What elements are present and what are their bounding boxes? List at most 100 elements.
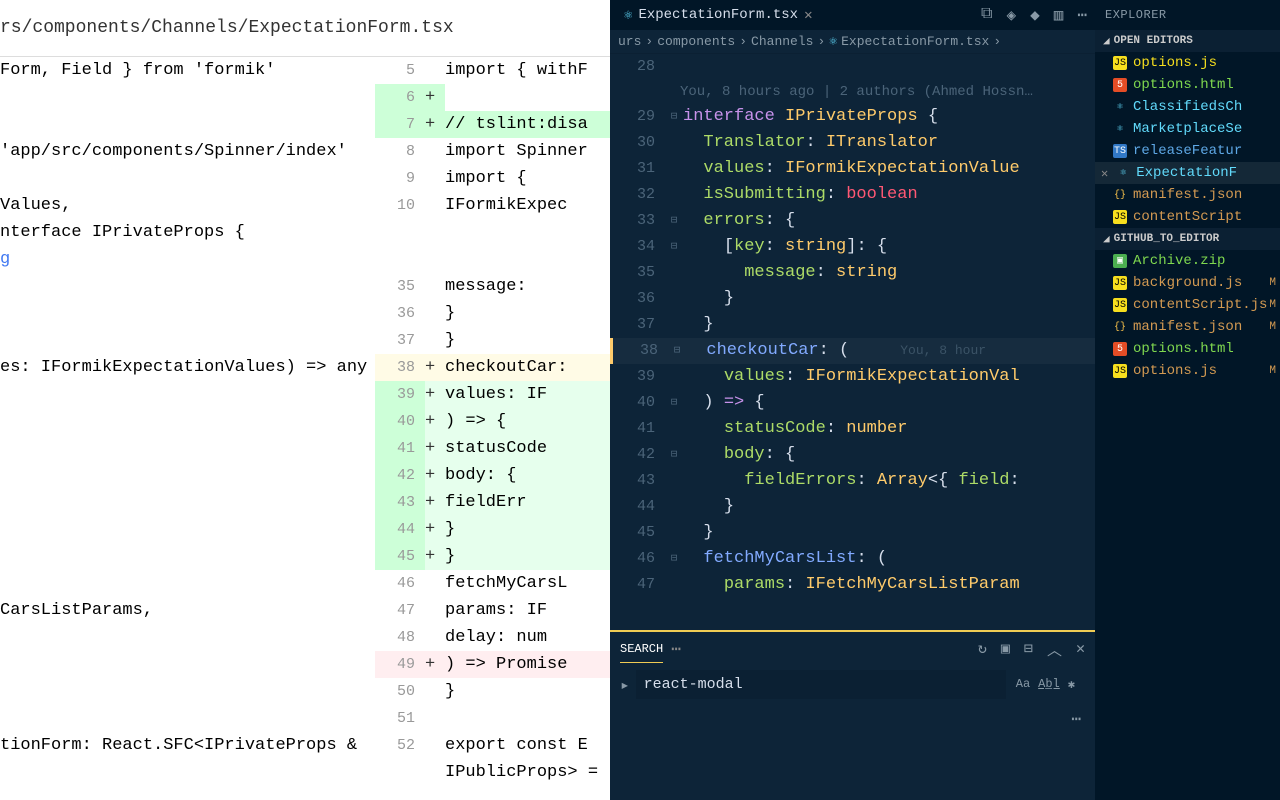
close-icon[interactable]: ✕ bbox=[804, 7, 812, 24]
code-line[interactable]: 41 statusCode: number bbox=[610, 416, 1095, 442]
fold-icon[interactable]: ⊟ bbox=[665, 234, 683, 260]
code-line[interactable]: 32 isSubmitting: boolean bbox=[610, 182, 1095, 208]
search-panel: SEARCH ⋯ ↻ ▣ ⊟ ︿ ✕ ▸ Aa Ab̲l ✱ ⋯ bbox=[610, 630, 1095, 800]
diff-icon[interactable]: ◆ bbox=[1030, 5, 1040, 25]
open-editor-item[interactable]: TSreleaseFeatur bbox=[1095, 140, 1280, 162]
code-line[interactable]: 45 } bbox=[610, 520, 1095, 546]
open-editor-item[interactable]: ⚛ClassifiedsCh bbox=[1095, 96, 1280, 118]
file-item[interactable]: {}manifest.jsonM bbox=[1095, 316, 1280, 338]
file-name: ClassifiedsCh bbox=[1133, 99, 1242, 115]
diff-row: 48 delay: num bbox=[0, 624, 610, 651]
js-icon: JS bbox=[1113, 56, 1127, 70]
fold-icon[interactable] bbox=[665, 494, 683, 520]
code-line[interactable]: 29⊟interface IPrivateProps { bbox=[610, 104, 1095, 130]
open-editor-item[interactable]: JScontentScript bbox=[1095, 206, 1280, 228]
breadcrumb-item[interactable]: components bbox=[657, 34, 735, 49]
fold-icon[interactable]: ⊟ bbox=[665, 104, 683, 130]
close-icon[interactable]: ✕ bbox=[1076, 639, 1085, 660]
fold-icon[interactable]: ⊟ bbox=[668, 338, 686, 364]
code-line[interactable]: 36 } bbox=[610, 286, 1095, 312]
expand-icon[interactable]: ▸ bbox=[620, 675, 636, 695]
collapse-icon[interactable]: ⊟ bbox=[1024, 639, 1033, 660]
file-item[interactable]: JSbackground.jsM bbox=[1095, 272, 1280, 294]
case-sensitive-icon[interactable]: Aa bbox=[1016, 677, 1030, 692]
code-line[interactable]: 43 fieldErrors: Array<{ field: bbox=[610, 468, 1095, 494]
breadcrumb-item[interactable]: urs bbox=[618, 34, 641, 49]
fold-icon[interactable] bbox=[665, 364, 683, 390]
open-editor-item[interactable]: ✕⚛ExpectationF bbox=[1095, 162, 1280, 184]
file-name: contentScript bbox=[1133, 209, 1242, 225]
html-icon: 5 bbox=[1113, 342, 1127, 356]
diff-row: 'app/src/components/Spinner/index'8impor… bbox=[0, 138, 610, 165]
more-icon[interactable]: ⋯ bbox=[671, 639, 681, 659]
open-editor-item[interactable]: ⚛MarketplaceSe bbox=[1095, 118, 1280, 140]
diff-row: Values,10 IFormikExpec bbox=[0, 192, 610, 219]
code-line[interactable]: 31 values: IFormikExpectationValue bbox=[610, 156, 1095, 182]
open-editor-item[interactable]: 5options.html bbox=[1095, 74, 1280, 96]
more-icon[interactable]: ⋯ bbox=[1077, 5, 1087, 25]
close-icon[interactable]: ✕ bbox=[1101, 166, 1108, 181]
breadcrumb-item[interactable]: Channels bbox=[751, 34, 813, 49]
file-item[interactable]: JScontentScript.jsM bbox=[1095, 294, 1280, 316]
file-name: options.html bbox=[1133, 77, 1234, 93]
whole-word-icon[interactable]: Ab̲l bbox=[1038, 677, 1060, 692]
fold-icon[interactable]: ⊟ bbox=[665, 442, 683, 468]
diff-row: 41+ statusCode bbox=[0, 435, 610, 462]
code-line[interactable]: 35 message: string bbox=[610, 260, 1095, 286]
folder-section[interactable]: ◢ GITHUB_TO_EDITOR bbox=[1095, 228, 1280, 250]
fold-icon[interactable] bbox=[665, 130, 683, 156]
fold-icon[interactable] bbox=[665, 468, 683, 494]
fold-icon[interactable] bbox=[665, 182, 683, 208]
fold-icon[interactable] bbox=[665, 260, 683, 286]
breadcrumb-item[interactable]: ExpectationForm.tsx bbox=[841, 34, 989, 49]
file-item[interactable]: JSoptions.jsM bbox=[1095, 360, 1280, 382]
chevron-up-icon[interactable]: ︿ bbox=[1047, 639, 1062, 660]
search-input[interactable] bbox=[636, 670, 1006, 699]
preview-icon[interactable]: ◈ bbox=[1006, 5, 1016, 25]
code-line[interactable]: 42⊟ body: { bbox=[610, 442, 1095, 468]
code-line[interactable]: 37 } bbox=[610, 312, 1095, 338]
chevron-down-icon: ◢ bbox=[1103, 34, 1110, 48]
search-tab[interactable]: SEARCH bbox=[620, 636, 663, 663]
fold-icon[interactable]: ⊟ bbox=[665, 208, 683, 234]
code-editor[interactable]: 28 You, 8 hours ago | 2 authors (Ahmed H… bbox=[610, 54, 1095, 630]
code-line[interactable]: 46⊟ fetchMyCarsList: ( bbox=[610, 546, 1095, 572]
diff-row: 45+ } bbox=[0, 543, 610, 570]
refresh-icon[interactable]: ↻ bbox=[978, 639, 987, 660]
code-line[interactable]: 40⊟ ) => { bbox=[610, 390, 1095, 416]
diff-row: 43+ fieldErr bbox=[0, 489, 610, 516]
fold-icon[interactable] bbox=[665, 520, 683, 546]
fold-icon[interactable] bbox=[665, 156, 683, 182]
js-icon: JS bbox=[1113, 364, 1127, 378]
code-line[interactable]: 30 Translator: ITranslator bbox=[610, 130, 1095, 156]
file-item[interactable]: 5options.html bbox=[1095, 338, 1280, 360]
code-line[interactable]: 38⊟ checkoutCar: ( You, 8 hour bbox=[610, 338, 1095, 364]
fold-icon[interactable]: ⊟ bbox=[665, 546, 683, 572]
open-editor-item[interactable]: {}manifest.json bbox=[1095, 184, 1280, 206]
explorer-title: EXPLORER bbox=[1095, 0, 1280, 30]
file-item[interactable]: ▣Archive.zip bbox=[1095, 250, 1280, 272]
code-line[interactable]: 44 } bbox=[610, 494, 1095, 520]
regex-icon[interactable]: ✱ bbox=[1068, 677, 1075, 692]
more-icon[interactable]: ⋯ bbox=[610, 703, 1095, 735]
fold-icon[interactable] bbox=[665, 572, 683, 598]
code-line[interactable]: 39 values: IFormikExpectationVal bbox=[610, 364, 1095, 390]
code-line[interactable]: 33⊟ errors: { bbox=[610, 208, 1095, 234]
open-editors-section[interactable]: ◢ OPEN EDITORS bbox=[1095, 30, 1280, 52]
react-icon: ⚛ bbox=[829, 34, 837, 49]
file-name: options.js bbox=[1133, 55, 1217, 71]
open-editor-item[interactable]: JS options.js bbox=[1095, 52, 1280, 74]
code-line[interactable]: 47 params: IFetchMyCarsListParam bbox=[610, 572, 1095, 598]
json-icon: {} bbox=[1113, 188, 1127, 202]
fold-icon[interactable] bbox=[665, 416, 683, 442]
editor-tab[interactable]: ⚛ ExpectationForm.tsx ✕ bbox=[618, 0, 819, 30]
fold-icon[interactable] bbox=[665, 286, 683, 312]
compare-icon[interactable]: ⧉ bbox=[981, 5, 992, 25]
fold-icon[interactable] bbox=[665, 312, 683, 338]
diff-row: g bbox=[0, 246, 610, 273]
fold-icon[interactable]: ⊟ bbox=[665, 390, 683, 416]
split-icon[interactable]: ▥ bbox=[1054, 5, 1064, 25]
breadcrumb[interactable]: urs › components › Channels › ⚛ Expectat… bbox=[610, 30, 1095, 54]
clear-icon[interactable]: ▣ bbox=[1001, 639, 1010, 660]
code-line[interactable]: 34⊟ [key: string]: { bbox=[610, 234, 1095, 260]
